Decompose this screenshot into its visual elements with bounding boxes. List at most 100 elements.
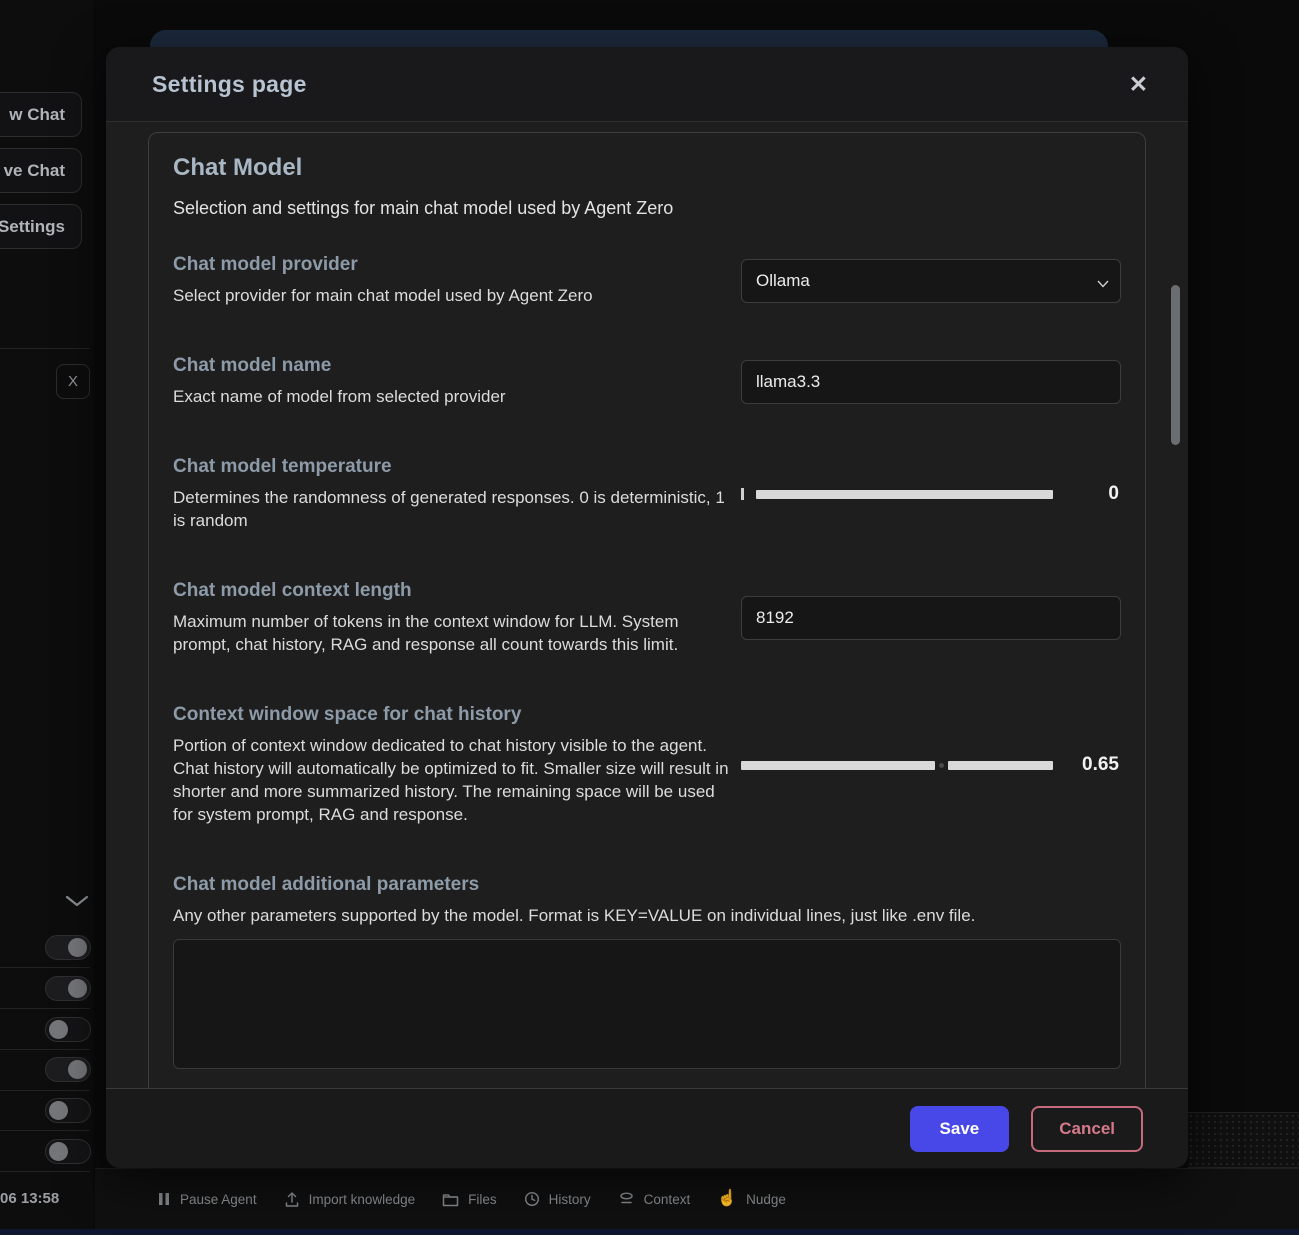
sidebar-settings-button[interactable]: Settings xyxy=(0,204,82,249)
toolbar-label: Pause Agent xyxy=(180,1191,257,1207)
chevron-down-icon[interactable] xyxy=(64,893,90,914)
sidebar-toggle-5[interactable] xyxy=(45,1098,91,1123)
field-control: 0.65 xyxy=(741,754,1121,776)
context-window-space-value: 0.65 xyxy=(1082,754,1119,775)
field-text: Chat model temperature Determines the ra… xyxy=(173,456,739,532)
chat-model-section: Chat Model Selection and settings for ma… xyxy=(148,132,1146,1088)
toggle-knob xyxy=(49,1101,68,1120)
modal-scrollbar-thumb[interactable] xyxy=(1171,285,1180,445)
field-text: Chat model name Exact name of model from… xyxy=(173,355,739,408)
field-chat-model-temperature: Chat model temperature Determines the ra… xyxy=(173,456,1121,532)
settings-modal-content: Chat Model Selection and settings for ma… xyxy=(106,122,1188,1088)
chat-model-temperature-slider[interactable] xyxy=(741,487,1053,501)
bottom-accent-strip xyxy=(0,1229,1299,1235)
field-chat-model-context-length: Chat model context length Maximum number… xyxy=(173,580,1121,656)
slider-track xyxy=(948,761,1053,770)
context-window-space-slider[interactable] xyxy=(741,758,1053,772)
app-screen: w Chat ve Chat Settings X 06 13:58 Pause… xyxy=(0,0,1299,1235)
field-description: Maximum number of tokens in the context … xyxy=(173,612,679,654)
chat-input-texture xyxy=(1188,1112,1299,1168)
field-label: Chat model name xyxy=(173,355,332,376)
nudge-button[interactable]: ☝ Nudge xyxy=(717,1191,786,1207)
sidebar-save-chat-button[interactable]: ve Chat xyxy=(0,148,82,193)
temperature-value: 0 xyxy=(1108,483,1119,504)
settings-modal: Settings page ✕ Chat Model Selection and… xyxy=(106,47,1188,1168)
field-description: Portion of context window dedicated to c… xyxy=(173,736,729,824)
sidebar-divider xyxy=(0,1130,90,1131)
section-heading: Chat Model xyxy=(173,154,303,181)
field-label: Chat model additional parameters xyxy=(173,874,480,895)
sidebar-divider xyxy=(0,1090,90,1091)
toggle-knob xyxy=(68,979,87,998)
save-button[interactable]: Save xyxy=(909,1105,1010,1152)
field-chat-model-name: Chat model name Exact name of model from… xyxy=(173,355,1121,408)
field-control: 0 xyxy=(741,483,1121,505)
settings-modal-footer: Save Cancel xyxy=(106,1088,1188,1168)
context-length-input[interactable] xyxy=(741,596,1121,640)
field-control: Ollama xyxy=(741,258,1121,303)
close-icon[interactable]: ✕ xyxy=(1129,71,1148,98)
section-subtitle: Selection and settings for main chat mod… xyxy=(173,198,674,218)
field-control xyxy=(741,596,1121,640)
field-control xyxy=(741,359,1121,404)
sidebar: w Chat ve Chat Settings X 06 13:58 xyxy=(0,0,93,1235)
field-description: Determines the randomness of generated r… xyxy=(173,488,725,530)
sidebar-divider xyxy=(0,967,90,968)
toolbar-label: Import knowledge xyxy=(308,1191,416,1207)
sidebar-new-chat-button[interactable]: w Chat xyxy=(0,92,82,137)
sidebar-toggle-4[interactable] xyxy=(45,1057,91,1082)
additional-parameters-textarea[interactable] xyxy=(173,939,1121,1069)
field-description: Exact name of model from selected provid… xyxy=(173,387,506,406)
sidebar-timestamp: 06 13:58 xyxy=(0,1190,60,1207)
slider-track xyxy=(756,490,1053,499)
toolbar-label: Context xyxy=(643,1191,691,1207)
field-label: Context window space for chat history xyxy=(173,704,522,725)
nudge-icon: ☝ xyxy=(717,1190,738,1207)
chat-model-name-input[interactable] xyxy=(741,359,1121,404)
sidebar-divider xyxy=(0,1008,90,1009)
pause-icon xyxy=(158,1192,171,1206)
field-text: Context window space for chat history Po… xyxy=(173,704,739,826)
field-text: Chat model provider Select provider for … xyxy=(173,254,739,307)
toolbar-label: Nudge xyxy=(746,1191,786,1207)
import-knowledge-button[interactable]: Import knowledge xyxy=(284,1191,416,1208)
cancel-button[interactable]: Cancel xyxy=(1031,1105,1143,1152)
field-context-window-space: Context window space for chat history Po… xyxy=(173,704,1121,826)
chat-message-bubble xyxy=(150,30,1108,48)
slider-track-filled xyxy=(741,761,935,770)
sidebar-toggle-6[interactable] xyxy=(45,1139,91,1164)
context-button[interactable]: Context xyxy=(618,1191,691,1207)
field-description: Select provider for main chat model used… xyxy=(173,286,593,305)
page-title: Settings page xyxy=(152,70,307,97)
bottom-toolbar: Pause Agent Import knowledge Files Histo… xyxy=(95,1168,1299,1229)
sidebar-toggle-3[interactable] xyxy=(45,1017,91,1042)
toolbar-label: Files xyxy=(468,1191,497,1207)
field-text: Chat model additional parameters Any oth… xyxy=(173,874,1121,927)
sidebar-toggle-1[interactable] xyxy=(45,935,91,960)
toolbar-label: History xyxy=(548,1191,591,1207)
sidebar-divider xyxy=(0,1171,90,1172)
sidebar-divider xyxy=(0,348,90,349)
upload-icon xyxy=(284,1191,300,1208)
chat-model-provider-select[interactable]: Ollama xyxy=(741,258,1121,303)
field-label: Chat model provider xyxy=(173,254,358,275)
sidebar-toggle-2[interactable] xyxy=(45,976,91,1001)
field-label: Chat model temperature xyxy=(173,456,392,477)
sidebar-close-button[interactable]: X xyxy=(56,364,90,399)
toggle-knob xyxy=(68,1060,87,1079)
context-icon xyxy=(618,1191,635,1207)
toggle-knob xyxy=(49,1142,68,1161)
history-button[interactable]: History xyxy=(524,1191,591,1207)
pause-agent-button[interactable]: Pause Agent xyxy=(158,1192,257,1207)
toggle-knob xyxy=(68,938,87,957)
sidebar-divider xyxy=(0,1049,90,1050)
field-description: Any other parameters supported by the mo… xyxy=(173,906,976,925)
settings-modal-header: Settings page ✕ xyxy=(106,47,1188,122)
files-button[interactable]: Files xyxy=(442,1192,497,1207)
slider-thumb[interactable] xyxy=(939,763,944,768)
toggle-knob xyxy=(49,1020,68,1039)
field-additional-parameters: Chat model additional parameters Any oth… xyxy=(173,874,1121,1074)
field-text: Chat model context length Maximum number… xyxy=(173,580,739,656)
slider-thumb[interactable] xyxy=(741,488,744,500)
field-chat-model-provider: Chat model provider Select provider for … xyxy=(173,254,1121,307)
